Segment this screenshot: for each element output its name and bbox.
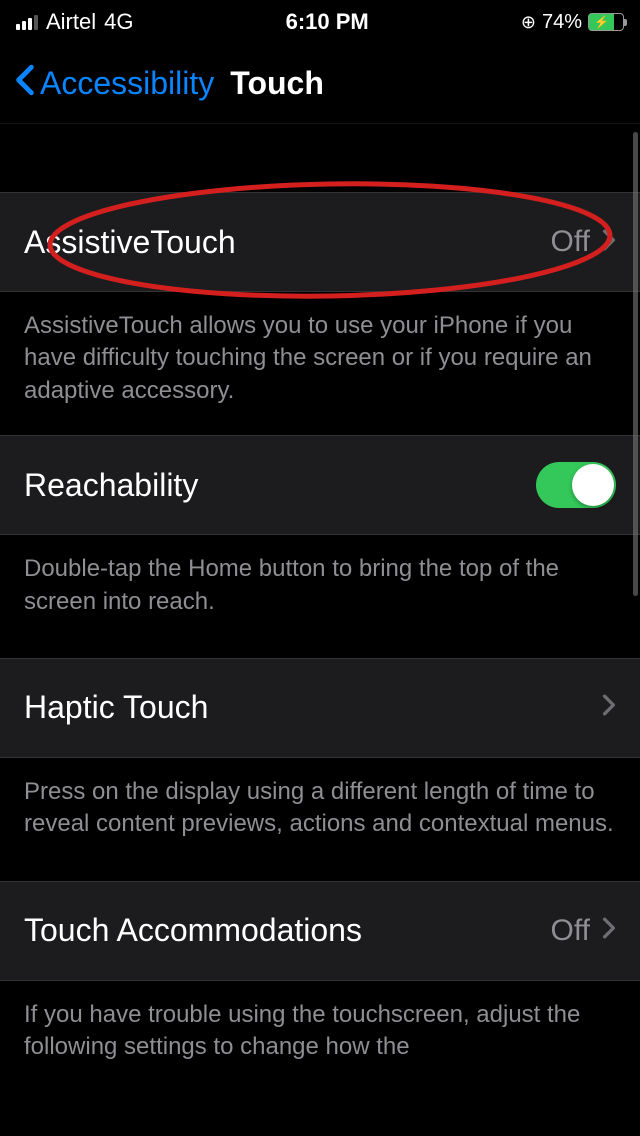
- reachability-row[interactable]: Reachability: [0, 435, 640, 535]
- status-right: ⊕ 74% ⚡: [521, 11, 624, 34]
- scroll-indicator[interactable]: [633, 132, 638, 596]
- charging-bolt-icon: ⚡: [594, 15, 609, 29]
- status-left: Airtel 4G: [16, 9, 133, 35]
- chevron-right-icon: [602, 694, 616, 721]
- back-label: Accessibility: [40, 65, 214, 102]
- network-label: 4G: [104, 9, 133, 35]
- status-time: 6:10 PM: [286, 9, 369, 35]
- row-right: Off: [551, 914, 616, 948]
- top-spacer: [0, 124, 640, 192]
- touch-accommodations-row[interactable]: Touch Accommodations Off: [0, 881, 640, 981]
- haptic-touch-label: Haptic Touch: [24, 689, 208, 726]
- toggle-knob: [572, 464, 614, 506]
- assistivetouch-description: AssistiveTouch allows you to use your iP…: [0, 292, 640, 435]
- haptic-touch-row[interactable]: Haptic Touch: [0, 658, 640, 758]
- orientation-lock-icon: ⊕: [521, 12, 536, 33]
- carrier-label: Airtel: [46, 9, 96, 35]
- reachability-toggle[interactable]: [536, 462, 616, 508]
- reachability-label: Reachability: [24, 467, 198, 504]
- assistivetouch-row[interactable]: AssistiveTouch Off: [0, 192, 640, 292]
- chevron-right-icon: [602, 229, 616, 256]
- touch-accommodations-label: Touch Accommodations: [24, 912, 362, 949]
- row-right: [602, 694, 616, 721]
- reachability-description: Double-tap the Home button to bring the …: [0, 535, 640, 658]
- assistivetouch-label: AssistiveTouch: [24, 224, 236, 261]
- touch-accommodations-description: If you have trouble using the touchscree…: [0, 981, 640, 1092]
- battery-percent: 74%: [542, 11, 582, 34]
- status-bar: Airtel 4G 6:10 PM ⊕ 74% ⚡: [0, 0, 640, 44]
- battery-icon: ⚡: [588, 13, 624, 31]
- touch-accommodations-value: Off: [551, 914, 590, 948]
- row-right: Off: [551, 225, 616, 259]
- assistivetouch-value: Off: [551, 225, 590, 259]
- chevron-left-icon: [14, 64, 36, 104]
- chevron-right-icon: [602, 917, 616, 944]
- content-area: AssistiveTouch Off AssistiveTouch allows…: [0, 124, 640, 1092]
- haptic-touch-description: Press on the display using a different l…: [0, 758, 640, 881]
- row-right: [536, 462, 616, 508]
- page-title: Touch: [230, 65, 324, 102]
- back-button[interactable]: Accessibility: [14, 64, 214, 104]
- nav-header: Accessibility Touch: [0, 44, 640, 124]
- signal-bars-icon: [16, 14, 38, 30]
